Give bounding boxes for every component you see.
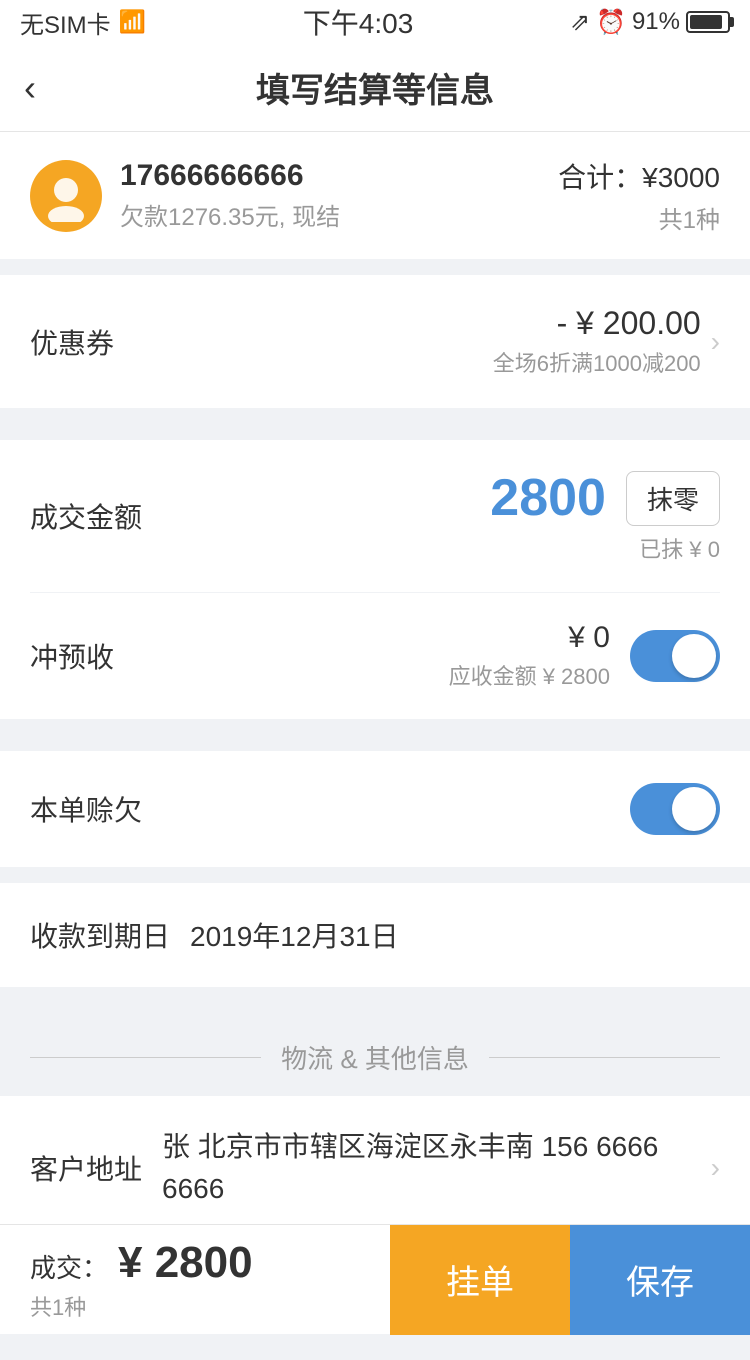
coupon-info: - ¥ 200.00 全场6折满1000减200	[493, 305, 701, 378]
deal-amount-row: 成交金额 2800 抹零 已抹 ¥ 0	[30, 440, 720, 593]
prepay-amount: ¥ 0	[449, 621, 610, 655]
coupon-desc: 全场6折满1000减200	[493, 346, 701, 378]
bottom-summary: 成交： ¥ 2800 共1种	[0, 1238, 390, 1322]
status-bar: 无SIM卡 📶 下午4:03 ⇗ ⏰ 91%	[0, 0, 750, 44]
section-divider-3	[0, 987, 750, 1003]
status-time: 下午4:03	[303, 2, 414, 42]
logistics-line-right	[489, 1057, 720, 1058]
nav-bar: ‹ 填写结算等信息	[0, 44, 750, 132]
coupon-right: - ¥ 200.00 全场6折满1000减200 ›	[493, 305, 720, 378]
save-button[interactable]: 保存	[570, 1225, 750, 1335]
location-icon: ⇗	[570, 8, 590, 37]
deal-sub-text: 已抹 ¥ 0	[490, 532, 720, 564]
bottom-deal-amount: ¥ 2800	[118, 1238, 253, 1288]
prepay-label: 冲预收	[30, 636, 114, 676]
customer-total: 合计：¥3000 共1种	[558, 156, 720, 235]
customer-details: 17666666666 欠款1276.35元, 现结	[120, 159, 340, 232]
debt-section: 本单赊欠	[0, 751, 750, 867]
customer-phone: 17666666666	[120, 159, 340, 193]
prepay-row: 冲预收 ¥ 0 应收金额 ¥ 2800	[30, 593, 720, 719]
bottom-bar: 成交： ¥ 2800 共1种 挂单 保存	[0, 1224, 750, 1334]
content: 17666666666 欠款1276.35元, 现结 合计：¥3000 共1种 …	[0, 132, 750, 1360]
section-divider-2	[0, 719, 750, 735]
back-button[interactable]: ‹	[24, 67, 36, 109]
prepay-toggle-knob	[672, 634, 716, 678]
debt-toggle-knob	[672, 787, 716, 831]
debt-toggle[interactable]	[630, 783, 720, 835]
logistics-line-left	[30, 1057, 261, 1058]
avatar	[30, 160, 102, 232]
logistics-divider: 物流 & 其他信息	[0, 1019, 750, 1096]
section-divider-1	[0, 424, 750, 440]
prepay-amount-group: ¥ 0 应收金额 ¥ 2800	[449, 621, 610, 691]
prepay-right: ¥ 0 应收金额 ¥ 2800	[449, 621, 720, 691]
customer-debt-info: 欠款1276.35元, 现结	[120, 197, 340, 232]
address-section: 客户地址 张 北京市市辖区海淀区永丰南 156 6666 6666 ›	[0, 1096, 750, 1240]
due-date-row: 收款到期日 2019年12月31日	[30, 883, 720, 987]
pending-button[interactable]: 挂单	[390, 1225, 570, 1335]
due-date-value: 2019年12月31日	[190, 915, 399, 955]
status-left: 无SIM卡 📶	[20, 5, 146, 40]
bottom-deal-label: 成交：	[30, 1248, 108, 1285]
address-label: 客户地址	[30, 1148, 142, 1188]
pending-label: 挂单	[446, 1255, 514, 1304]
debt-label: 本单赊欠	[30, 789, 142, 829]
prepay-sub: 应收金额 ¥ 2800	[449, 659, 610, 691]
wifi-icon: 📶	[119, 9, 146, 35]
customer-info-card: 17666666666 欠款1276.35元, 现结 合计：¥3000 共1种	[0, 132, 750, 259]
coupon-amount: - ¥ 200.00	[493, 305, 701, 342]
carrier-text: 无SIM卡	[20, 5, 111, 40]
address-value: 张 北京市市辖区海淀区永丰南 156 6666 6666	[162, 1126, 711, 1210]
battery-percent: 91%	[632, 8, 680, 36]
address-chevron-icon: ›	[711, 1152, 720, 1184]
address-row[interactable]: 客户地址 张 北京市市辖区海淀区永丰南 156 6666 6666 ›	[30, 1096, 720, 1240]
chevron-right-icon: ›	[711, 326, 720, 358]
prepay-toggle[interactable]	[630, 630, 720, 682]
deal-section: 成交金额 2800 抹零 已抹 ¥ 0 冲预收 ¥ 0 应收金额 ¥ 2800	[0, 440, 750, 719]
battery-fill	[690, 15, 722, 29]
save-label: 保存	[626, 1255, 694, 1304]
total-amount: 合计：¥3000	[558, 156, 720, 196]
page-title: 填写结算等信息	[256, 63, 494, 112]
deal-value-group: 2800 抹零	[490, 468, 720, 528]
bottom-deal-count: 共1种	[30, 1290, 360, 1322]
debt-row: 本单赊欠	[30, 751, 720, 867]
bottom-deal-row: 成交： ¥ 2800	[30, 1238, 360, 1288]
due-date-label: 收款到期日	[30, 915, 170, 955]
deal-amount-value: 2800	[490, 468, 606, 528]
round-zero-button[interactable]: 抹零	[626, 471, 720, 526]
logistics-text: 物流 & 其他信息	[281, 1039, 469, 1076]
battery-icon	[686, 11, 730, 33]
total-count: 共1种	[558, 200, 720, 235]
status-right: ⇗ ⏰ 91%	[570, 8, 730, 37]
due-date-section: 收款到期日 2019年12月31日	[0, 883, 750, 987]
customer-left: 17666666666 欠款1276.35元, 现结	[30, 159, 340, 232]
coupon-label: 优惠券	[30, 322, 114, 362]
alarm-icon: ⏰	[596, 8, 626, 37]
deal-amount-label: 成交金额	[30, 496, 142, 536]
coupon-row[interactable]: 优惠券 - ¥ 200.00 全场6折满1000减200 ›	[0, 275, 750, 408]
